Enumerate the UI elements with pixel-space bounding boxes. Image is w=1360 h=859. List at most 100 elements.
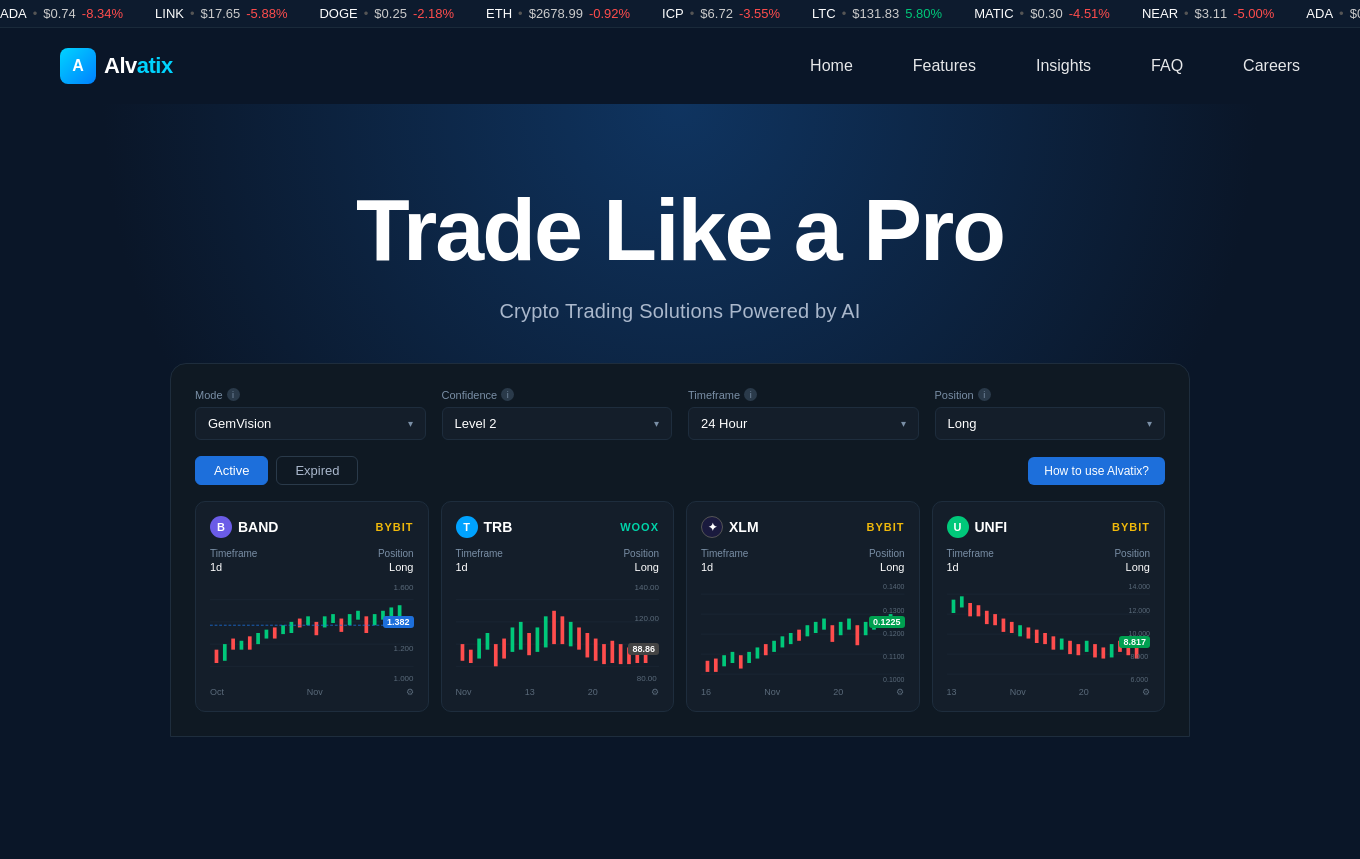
svg-rect-102 — [1068, 641, 1072, 654]
svg-rect-21 — [356, 611, 360, 620]
filter-row: Mode i GemVision ▾ Confidence i Level 2 … — [195, 388, 1165, 440]
nav-insights[interactable]: Insights — [1036, 57, 1091, 74]
svg-rect-88 — [951, 600, 955, 613]
svg-rect-20 — [348, 615, 352, 626]
chart-footer-xlm: 16 Nov 20 ⚙ — [701, 687, 905, 697]
filter-position: Position i Long ▾ — [935, 388, 1166, 440]
svg-rect-64 — [739, 656, 743, 669]
card-header: U UNFI BYBIT — [947, 516, 1151, 538]
svg-rect-105 — [1093, 645, 1097, 658]
svg-rect-8 — [248, 637, 252, 650]
svg-rect-63 — [731, 652, 735, 663]
nav-home[interactable]: Home — [810, 57, 853, 74]
svg-rect-67 — [764, 645, 768, 656]
svg-rect-5 — [223, 645, 227, 662]
ticker-item: ICP • $6.72 -3.55% — [662, 6, 780, 21]
nav-features[interactable]: Features — [913, 57, 976, 74]
svg-rect-61 — [714, 659, 718, 672]
svg-rect-104 — [1084, 641, 1088, 652]
svg-rect-77 — [847, 619, 851, 630]
svg-rect-49 — [602, 645, 606, 665]
tabs-row: Active Expired How to use Alvatix? — [195, 456, 1165, 485]
svg-rect-48 — [593, 639, 597, 661]
svg-rect-38 — [510, 628, 514, 652]
svg-rect-106 — [1101, 648, 1105, 659]
svg-rect-23 — [373, 615, 377, 626]
svg-rect-34 — [477, 639, 481, 659]
card-meta: Timeframe Position — [701, 548, 905, 559]
filter-timeframe-label: Timeframe i — [688, 388, 919, 401]
chart-area-band: 1.600 1.400 1.200 1.000 1.382 — [210, 583, 414, 683]
svg-rect-89 — [959, 597, 963, 608]
chart-area-xlm: 0.1400 0.1300 0.1200 0.1100 0.1000 0.122… — [701, 583, 905, 683]
card-meta: Timeframe Position — [456, 548, 660, 559]
svg-rect-90 — [968, 603, 972, 616]
price-label-unfi: 8.817 — [1119, 636, 1150, 648]
svg-rect-72 — [806, 626, 810, 637]
info-icon: i — [501, 388, 514, 401]
svg-rect-12 — [281, 626, 285, 635]
ticker-item: ADA • $0.74 -8.34% — [1306, 6, 1360, 21]
svg-rect-70 — [789, 633, 793, 644]
logo[interactable]: A Alvatix — [60, 48, 173, 84]
dashboard-preview: Mode i GemVision ▾ Confidence i Level 2 … — [170, 363, 1190, 737]
nav-faq[interactable]: FAQ — [1151, 57, 1183, 74]
info-icon: i — [227, 388, 240, 401]
svg-rect-37 — [502, 639, 506, 659]
svg-rect-22 — [364, 617, 368, 634]
chart-svg-xlm — [701, 583, 905, 683]
card-meta-value: 1d Long — [210, 561, 414, 573]
svg-rect-26 — [398, 606, 402, 617]
price-label-band: 1.382 — [383, 616, 414, 628]
chevron-down-icon: ▾ — [408, 418, 413, 429]
tab-expired[interactable]: Expired — [276, 456, 358, 485]
tabs-left: Active Expired — [195, 456, 358, 485]
price-label-xlm: 0.1225 — [869, 616, 905, 628]
svg-rect-47 — [585, 633, 589, 657]
svg-rect-60 — [706, 661, 710, 672]
exchange-bybit: BYBIT — [376, 521, 414, 533]
info-icon: i — [978, 388, 991, 401]
chart-svg-unfi — [947, 583, 1151, 683]
svg-rect-101 — [1059, 639, 1063, 650]
ticker-item: ETH • $2678.99 -0.92% — [486, 6, 630, 21]
filter-confidence-select[interactable]: Level 2 ▾ — [442, 407, 673, 440]
svg-rect-17 — [323, 617, 327, 628]
trade-card-band: B BAND BYBIT Timeframe Position 1d Long — [195, 501, 429, 712]
card-header: ✦ XLM BYBIT — [701, 516, 905, 538]
xlm-icon: ✦ — [701, 516, 723, 538]
chevron-down-icon: ▾ — [654, 418, 659, 429]
trade-card-xlm: ✦ XLM BYBIT Timeframe Position 1d Long — [686, 501, 920, 712]
svg-rect-46 — [577, 628, 581, 650]
ticker-bar: ADA • $0.74 -8.34% LINK • $17.65 -5.88% … — [0, 0, 1360, 28]
svg-rect-73 — [814, 622, 818, 633]
filter-confidence: Confidence i Level 2 ▾ — [442, 388, 673, 440]
info-icon: i — [744, 388, 757, 401]
nav-careers[interactable]: Careers — [1243, 57, 1300, 74]
svg-rect-74 — [822, 619, 826, 630]
filter-mode-select[interactable]: GemVision ▾ — [195, 407, 426, 440]
how-to-button[interactable]: How to use Alvatix? — [1028, 457, 1165, 485]
svg-rect-25 — [389, 608, 393, 617]
svg-rect-107 — [1109, 645, 1113, 658]
svg-rect-18 — [331, 615, 335, 624]
hero-title: Trade Like a Pro — [20, 184, 1340, 276]
filter-position-select[interactable]: Long ▾ — [935, 407, 1166, 440]
svg-rect-9 — [256, 633, 260, 644]
svg-rect-62 — [722, 656, 726, 667]
filter-timeframe-select[interactable]: 24 Hour ▾ — [688, 407, 919, 440]
svg-rect-40 — [527, 633, 531, 655]
card-meta: Timeframe Position — [947, 548, 1151, 559]
hero-subtitle: Crypto Trading Solutions Powered by AI — [20, 300, 1340, 323]
ticker-item: ADA • $0.74 -8.34% — [0, 6, 123, 21]
chart-area-trb: 140.00 120.00 100.00 80.00 88.86 — [456, 583, 660, 683]
svg-rect-16 — [315, 622, 319, 635]
svg-rect-97 — [1026, 628, 1030, 639]
trade-card-trb: T TRB WOOX Timeframe Position 1d Long — [441, 501, 675, 712]
svg-rect-14 — [298, 619, 302, 628]
card-meta-value: 1d Long — [701, 561, 905, 573]
tab-active[interactable]: Active — [195, 456, 268, 485]
svg-rect-43 — [552, 611, 556, 644]
svg-rect-42 — [543, 617, 547, 648]
svg-rect-69 — [781, 637, 785, 648]
